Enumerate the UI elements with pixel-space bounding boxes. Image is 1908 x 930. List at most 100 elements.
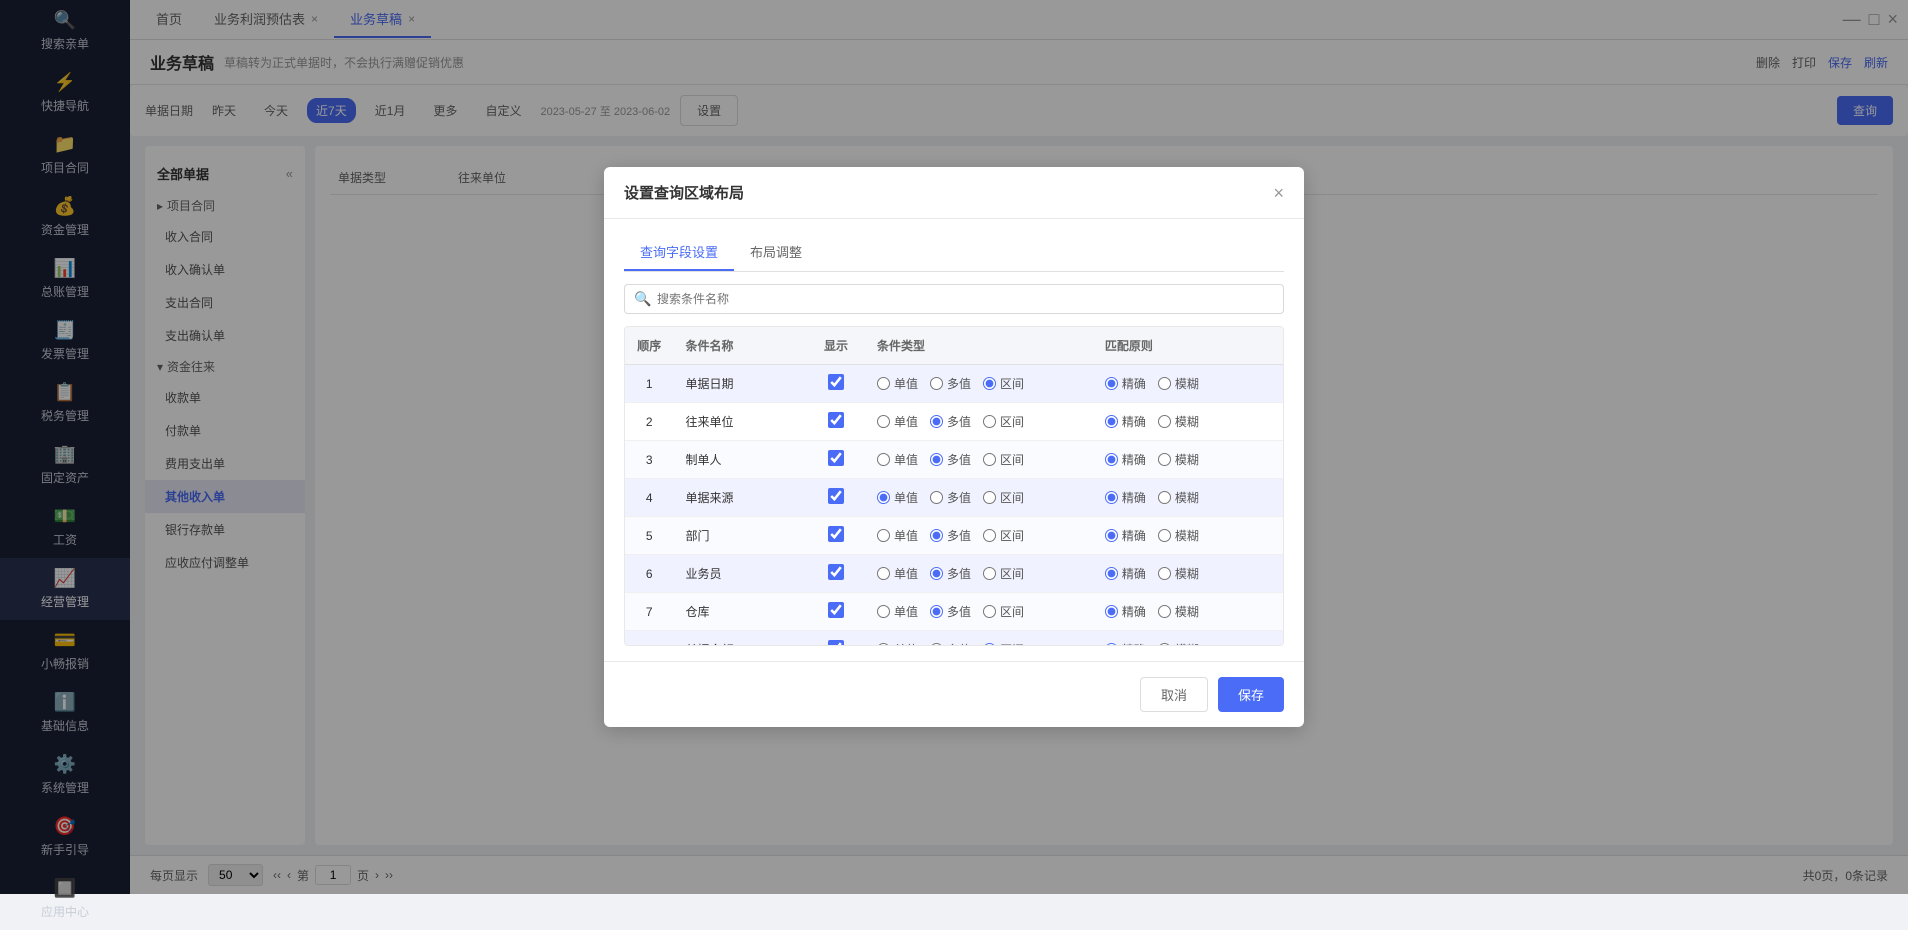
type-range-radio-4[interactable] [983,529,996,542]
type-range-radio-7[interactable] [983,643,996,645]
type-single-label-6[interactable]: 单值 [877,603,918,620]
type-range-radio-6[interactable] [983,605,996,618]
type-single-radio-6[interactable] [877,605,890,618]
match-fuzzy-radio-3[interactable] [1158,491,1171,504]
match-fuzzy-radio-7[interactable] [1158,643,1171,645]
type-multi-label-2[interactable]: 多值 [930,451,971,468]
match-fuzzy-radio-5[interactable] [1158,567,1171,580]
show-checkbox-4[interactable] [828,526,844,542]
row-show-4[interactable] [807,517,865,554]
type-range-label-6[interactable]: 区间 [983,603,1024,620]
match-fuzzy-label-3[interactable]: 模糊 [1158,489,1199,506]
type-range-label-1[interactable]: 区间 [983,413,1024,430]
match-exact-radio-4[interactable] [1105,529,1118,542]
type-multi-radio-6[interactable] [930,605,943,618]
dialog-search-input[interactable] [624,284,1284,314]
show-checkbox-3[interactable] [828,488,844,504]
type-range-radio-3[interactable] [983,491,996,504]
type-multi-radio-2[interactable] [930,453,943,466]
type-single-radio-0[interactable] [877,377,890,390]
type-range-label-4[interactable]: 区间 [983,527,1024,544]
show-checkbox-5[interactable] [828,564,844,580]
type-multi-label-3[interactable]: 多值 [930,489,971,506]
match-exact-label-6[interactable]: 精确 [1105,603,1146,620]
show-checkbox-7[interactable] [828,640,844,645]
match-exact-label-5[interactable]: 精确 [1105,565,1146,582]
type-multi-label-0[interactable]: 多值 [930,375,971,392]
type-single-label-4[interactable]: 单值 [877,527,918,544]
row-show-5[interactable] [807,555,865,592]
match-fuzzy-label-0[interactable]: 模糊 [1158,375,1199,392]
type-single-radio-2[interactable] [877,453,890,466]
type-range-label-2[interactable]: 区间 [983,451,1024,468]
match-fuzzy-radio-2[interactable] [1158,453,1171,466]
cancel-button[interactable]: 取消 [1140,677,1208,712]
tab-field-settings[interactable]: 查询字段设置 [624,234,734,271]
match-fuzzy-radio-6[interactable] [1158,605,1171,618]
tab-layout-adjust[interactable]: 布局调整 [734,234,818,271]
type-multi-label-5[interactable]: 多值 [930,565,971,582]
type-multi-label-1[interactable]: 多值 [930,413,971,430]
row-show-1[interactable] [807,403,865,440]
type-single-radio-3[interactable] [877,491,890,504]
match-exact-label-1[interactable]: 精确 [1105,413,1146,430]
match-exact-radio-0[interactable] [1105,377,1118,390]
match-exact-label-4[interactable]: 精确 [1105,527,1146,544]
show-checkbox-6[interactable] [828,602,844,618]
type-range-radio-2[interactable] [983,453,996,466]
type-single-radio-5[interactable] [877,567,890,580]
row-show-2[interactable] [807,441,865,478]
type-single-radio-1[interactable] [877,415,890,428]
type-multi-radio-1[interactable] [930,415,943,428]
match-exact-label-7[interactable]: 精确 [1105,641,1146,645]
match-fuzzy-label-7[interactable]: 模糊 [1158,641,1199,645]
type-single-label-3[interactable]: 单值 [877,489,918,506]
type-multi-label-4[interactable]: 多值 [930,527,971,544]
match-exact-radio-2[interactable] [1105,453,1118,466]
match-exact-label-0[interactable]: 精确 [1105,375,1146,392]
type-single-label-1[interactable]: 单值 [877,413,918,430]
match-fuzzy-label-5[interactable]: 模糊 [1158,565,1199,582]
type-range-label-7[interactable]: 区间 [983,641,1024,645]
match-exact-radio-5[interactable] [1105,567,1118,580]
match-fuzzy-label-4[interactable]: 模糊 [1158,527,1199,544]
match-fuzzy-label-6[interactable]: 模糊 [1158,603,1199,620]
type-range-radio-0[interactable] [983,377,996,390]
row-show-0[interactable] [807,365,865,402]
type-single-radio-4[interactable] [877,529,890,542]
type-range-label-3[interactable]: 区间 [983,489,1024,506]
type-range-label-0[interactable]: 区间 [983,375,1024,392]
show-checkbox-1[interactable] [828,412,844,428]
type-single-radio-7[interactable] [877,643,890,645]
type-multi-radio-4[interactable] [930,529,943,542]
row-show-3[interactable] [807,479,865,516]
type-multi-radio-0[interactable] [930,377,943,390]
type-range-radio-1[interactable] [983,415,996,428]
match-fuzzy-label-2[interactable]: 模糊 [1158,451,1199,468]
match-exact-label-2[interactable]: 精确 [1105,451,1146,468]
match-exact-radio-3[interactable] [1105,491,1118,504]
dialog-close-button[interactable]: × [1273,184,1284,202]
row-show-6[interactable] [807,593,865,630]
match-exact-label-3[interactable]: 精确 [1105,489,1146,506]
match-exact-radio-6[interactable] [1105,605,1118,618]
type-range-radio-5[interactable] [983,567,996,580]
show-checkbox-0[interactable] [828,374,844,390]
type-multi-label-7[interactable]: 多值 [930,641,971,645]
match-fuzzy-radio-0[interactable] [1158,377,1171,390]
match-fuzzy-radio-4[interactable] [1158,529,1171,542]
type-single-label-2[interactable]: 单值 [877,451,918,468]
type-multi-label-6[interactable]: 多值 [930,603,971,620]
match-fuzzy-label-1[interactable]: 模糊 [1158,413,1199,430]
type-multi-radio-7[interactable] [930,643,943,645]
match-fuzzy-radio-1[interactable] [1158,415,1171,428]
type-multi-radio-5[interactable] [930,567,943,580]
type-single-label-0[interactable]: 单值 [877,375,918,392]
type-multi-radio-3[interactable] [930,491,943,504]
type-single-label-5[interactable]: 单值 [877,565,918,582]
match-exact-radio-1[interactable] [1105,415,1118,428]
match-exact-radio-7[interactable] [1105,643,1118,645]
row-show-7[interactable] [807,631,865,645]
show-checkbox-2[interactable] [828,450,844,466]
dialog-save-button[interactable]: 保存 [1218,677,1284,712]
